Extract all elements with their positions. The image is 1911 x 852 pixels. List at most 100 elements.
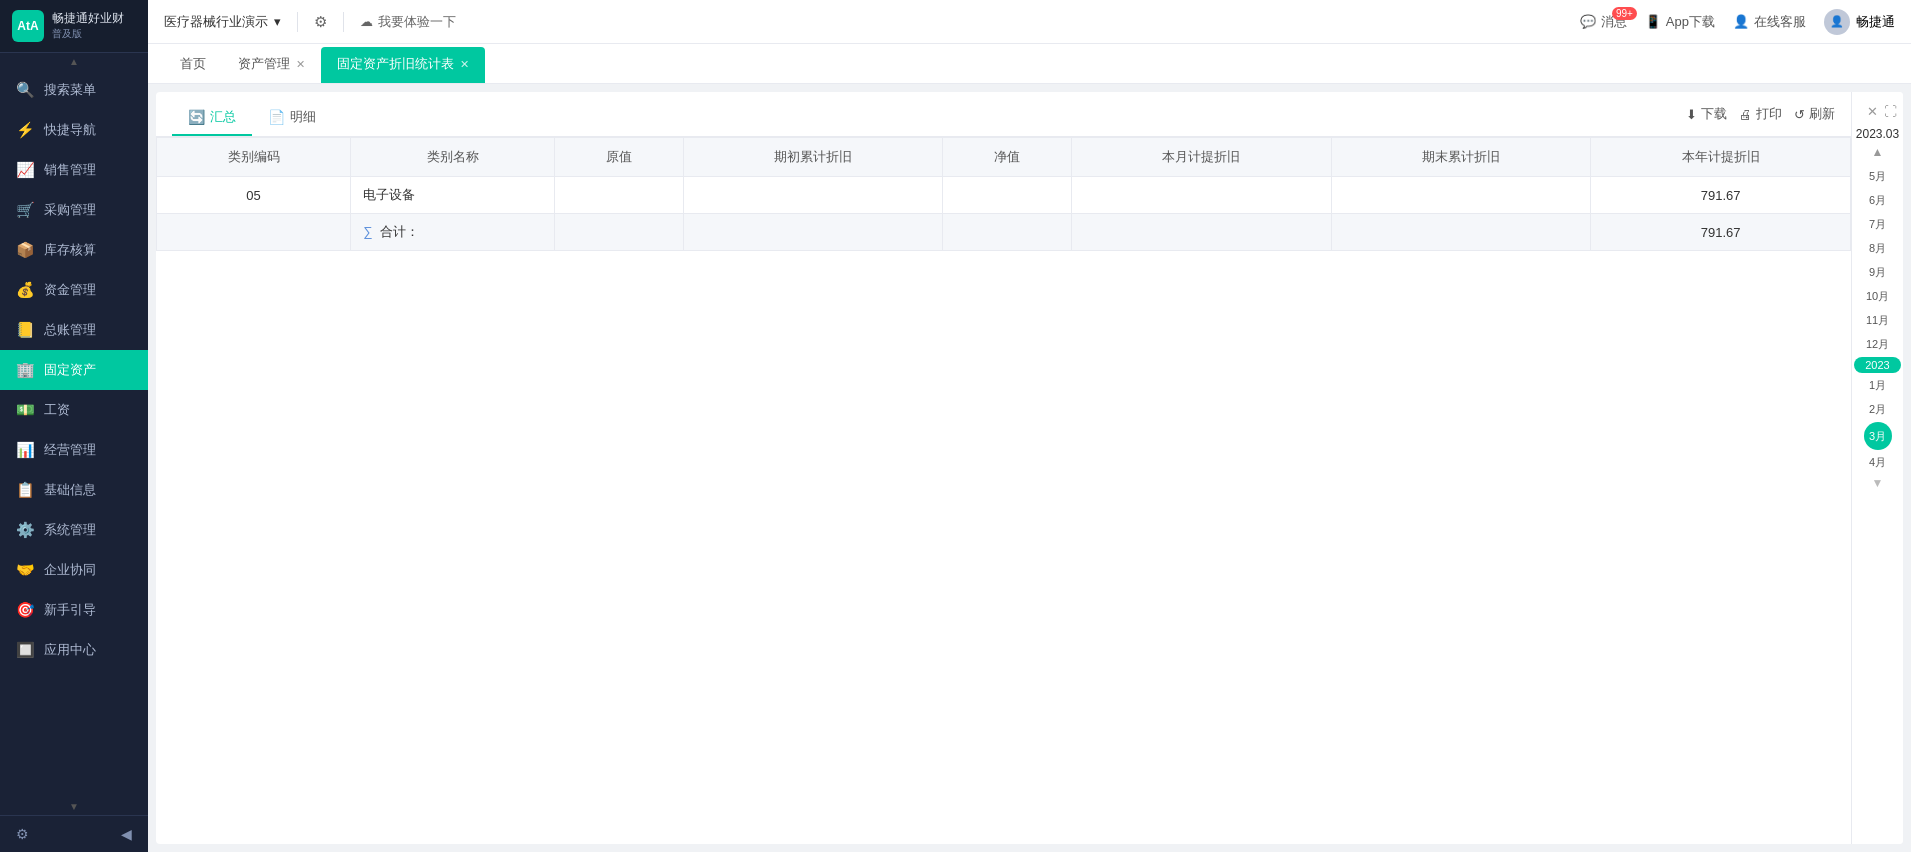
service-icon: 👤 — [1733, 14, 1749, 29]
sidebar: AtA 畅捷通好业财 普及版 ▲ 🔍 搜索菜单 ⚡ 快捷导航 📈 销售管理 🛒 … — [0, 0, 148, 852]
rp-arrow-down[interactable]: ▼ — [1872, 476, 1884, 490]
sidebar-item-fixed-assets[interactable]: 🏢 固定资产 — [0, 350, 148, 390]
summary-tab-icon: 🔄 — [188, 109, 205, 125]
rp-month-9[interactable]: 9月 — [1854, 261, 1901, 284]
refresh-button[interactable]: ↺ 刷新 — [1794, 105, 1835, 123]
sidebar-item-search[interactable]: 🔍 搜索菜单 — [0, 70, 148, 110]
row-name: 电子设备 — [351, 177, 555, 214]
online-service-button[interactable]: 👤 在线客服 — [1733, 13, 1806, 31]
col-code: 类别编码 — [157, 138, 351, 177]
sidebar-item-guide[interactable]: 🎯 新手引导 — [0, 590, 148, 630]
sidebar-item-purchase[interactable]: 🛒 采购管理 — [0, 190, 148, 230]
inventory-icon: 📦 — [16, 241, 34, 259]
download-button[interactable]: ⬇ 下载 — [1686, 105, 1727, 123]
app-download-button[interactable]: 📱 App下载 — [1645, 13, 1715, 31]
row-net — [943, 177, 1072, 214]
subtotal-net — [943, 214, 1072, 251]
sidebar-item-collab[interactable]: 🤝 企业协同 — [0, 550, 148, 590]
sidebar-item-funds[interactable]: 💰 资金管理 — [0, 270, 148, 310]
purchase-icon: 🛒 — [16, 201, 34, 219]
right-panel-expand-icon[interactable]: ⛶ — [1884, 104, 1897, 119]
search-icon: 🔍 — [16, 81, 34, 99]
sidebar-item-sales[interactable]: 📈 销售管理 — [0, 150, 148, 190]
subtotal-annual-dep: 791.67 — [1591, 214, 1851, 251]
topbar-divider-2 — [343, 12, 344, 32]
print-button[interactable]: 🖨 打印 — [1739, 105, 1782, 123]
apps-icon: 🔲 — [16, 641, 34, 659]
collapse-sidebar-icon[interactable]: ◀ — [121, 826, 132, 842]
tab-detail[interactable]: 📄 明细 — [252, 100, 332, 136]
sidebar-item-salary[interactable]: 💵 工资 — [0, 390, 148, 430]
sidebar-item-ops[interactable]: 📊 经营管理 — [0, 430, 148, 470]
sum-icon: ∑ — [363, 224, 372, 239]
inner-panel: 🔄 汇总 📄 明细 ⬇ 下载 🖨 打印 — [156, 92, 1851, 844]
rp-month-7[interactable]: 7月 — [1854, 213, 1901, 236]
rp-nav-controls: ▲ — [1872, 145, 1884, 159]
sidebar-item-apps[interactable]: 🔲 应用中心 — [0, 630, 148, 670]
collab-icon: 🤝 — [16, 561, 34, 579]
rp-month-8[interactable]: 8月 — [1854, 237, 1901, 260]
sidebar-item-inventory[interactable]: 📦 库存核算 — [0, 230, 148, 270]
funds-icon: 💰 — [16, 281, 34, 299]
content-area: 🔄 汇总 📄 明细 ⬇ 下载 🖨 打印 — [156, 92, 1903, 844]
sidebar-logo: AtA 畅捷通好业财 普及版 — [0, 0, 148, 53]
tab-summary[interactable]: 🔄 汇总 — [172, 100, 252, 136]
rp-month-11[interactable]: 11月 — [1854, 309, 1901, 332]
rp-month-1[interactable]: 1月 — [1854, 374, 1901, 397]
sales-icon: 📈 — [16, 161, 34, 179]
download-icon: ⬇ — [1686, 107, 1697, 122]
depreciation-table: 类别编码 类别名称 原值 期初累计折旧 净值 本月计提折旧 期末累计折旧 本年计… — [156, 137, 1851, 251]
message-badge: 99+ — [1612, 7, 1637, 20]
row-initial-accum — [683, 177, 943, 214]
date-panel-header: 2023.03 — [1854, 123, 1901, 145]
row-code: 05 — [157, 177, 351, 214]
experience-button[interactable]: ☁ 我要体验一下 — [360, 13, 456, 31]
message-button[interactable]: 💬 消息 99+ — [1580, 13, 1627, 31]
rp-month-5[interactable]: 5月 — [1854, 165, 1901, 188]
tab-home[interactable]: 首页 — [164, 47, 222, 83]
company-dropdown-icon: ▾ — [274, 14, 281, 29]
rp-month-2[interactable]: 2月 — [1854, 398, 1901, 421]
sidebar-item-base[interactable]: 📋 基础信息 — [0, 470, 148, 510]
subtotal-label: ∑ 合计： — [351, 214, 555, 251]
sidebar-item-system[interactable]: ⚙️ 系统管理 — [0, 510, 148, 550]
row-end-accum — [1331, 177, 1591, 214]
company-selector[interactable]: 医疗器械行业演示 ▾ — [164, 13, 281, 31]
rp-month-12[interactable]: 12月 — [1854, 333, 1901, 356]
sidebar-item-ledger[interactable]: 📒 总账管理 — [0, 310, 148, 350]
inner-toolbar: ⬇ 下载 🖨 打印 ↺ 刷新 — [1686, 105, 1835, 131]
sidebar-scroll-up-icon[interactable]: ▲ — [69, 56, 79, 67]
tab-depreciation-close[interactable]: ✕ — [460, 58, 469, 71]
subtotal-end-accum — [1331, 214, 1591, 251]
tab-depreciation[interactable]: 固定资产折旧统计表 ✕ — [321, 47, 485, 83]
col-annual-dep: 本年计提折旧 — [1591, 138, 1851, 177]
rp-month-list: 5月 6月 7月 8月 9月 10月 11月 12月 2023 1月 2月 3月… — [1852, 163, 1903, 476]
rp-month-10[interactable]: 10月 — [1854, 285, 1901, 308]
rp-arrow-up[interactable]: ▲ — [1872, 145, 1884, 159]
rp-month-3-active[interactable]: 3月 — [1864, 422, 1892, 450]
right-panel-controls: ✕ ⛶ — [1852, 100, 1903, 123]
tab-asset-mgmt[interactable]: 资产管理 ✕ — [222, 47, 321, 83]
user-profile[interactable]: 👤 畅捷通 — [1824, 9, 1895, 35]
rp-year-2023[interactable]: 2023 — [1854, 357, 1901, 373]
rp-month-6[interactable]: 6月 — [1854, 189, 1901, 212]
right-panel-close-icon[interactable]: ✕ — [1867, 104, 1878, 119]
logo-icon: AtA — [12, 10, 44, 42]
message-icon: 💬 — [1580, 14, 1596, 29]
col-original: 原值 — [555, 138, 684, 177]
settings-footer-icon[interactable]: ⚙ — [16, 826, 29, 842]
print-icon: 🖨 — [1739, 107, 1752, 122]
system-icon: ⚙️ — [16, 521, 34, 539]
topbar-right: 💬 消息 99+ 📱 App下载 👤 在线客服 👤 畅捷通 — [1580, 9, 1895, 35]
topbar-settings-icon[interactable]: ⚙ — [314, 13, 327, 31]
topbar: 医疗器械行业演示 ▾ ⚙ ☁ 我要体验一下 💬 消息 99+ 📱 App下载 👤… — [148, 0, 1911, 44]
sidebar-item-quicknav[interactable]: ⚡ 快捷导航 — [0, 110, 148, 150]
tabs-bar: 首页 资产管理 ✕ 固定资产折旧统计表 ✕ — [148, 44, 1911, 84]
rp-month-4[interactable]: 4月 — [1854, 451, 1901, 474]
col-monthly-dep: 本月计提折旧 — [1071, 138, 1331, 177]
app-sub: 普及版 — [52, 27, 124, 41]
salary-icon: 💵 — [16, 401, 34, 419]
tab-asset-mgmt-close[interactable]: ✕ — [296, 58, 305, 71]
col-name: 类别名称 — [351, 138, 555, 177]
sidebar-scroll-down-icon[interactable]: ▼ — [69, 801, 79, 812]
